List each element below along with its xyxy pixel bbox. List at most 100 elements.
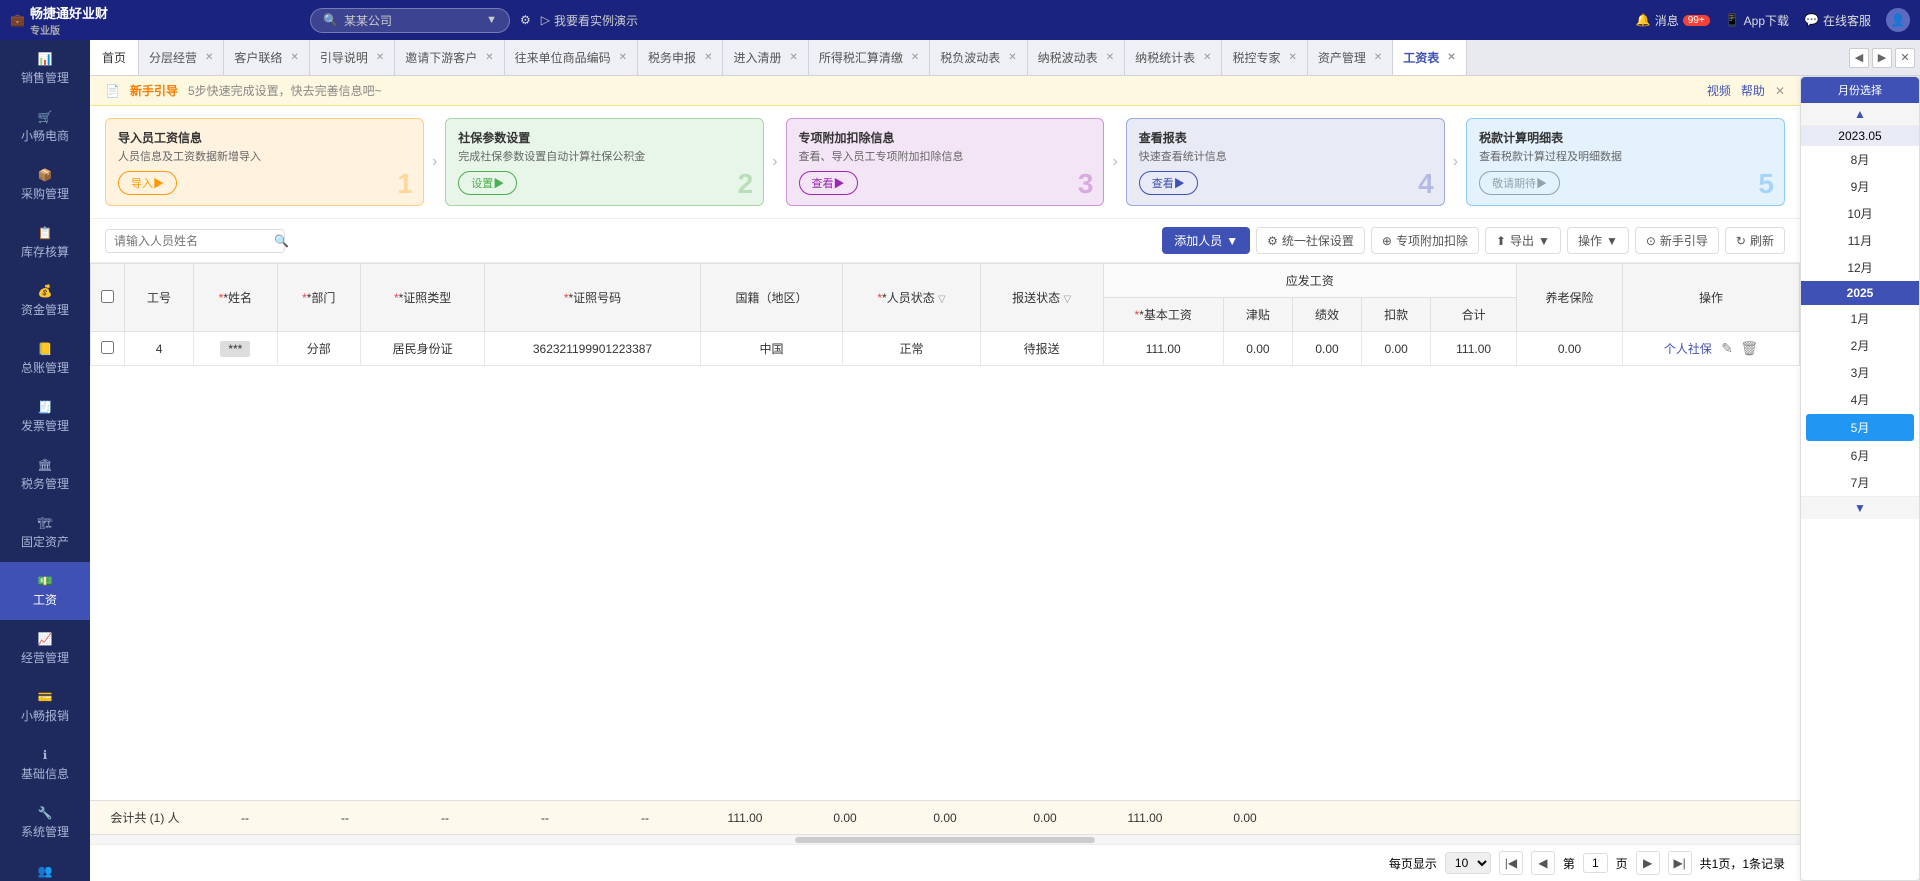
status-filter-icon[interactable]: ▽ — [938, 294, 946, 305]
first-page-btn[interactable]: |◀ — [1499, 851, 1523, 875]
tab-close-icon[interactable]: ✕ — [911, 52, 919, 63]
sidebar-item-collab[interactable]: 👥 企业协同 — [0, 852, 90, 881]
sidebar-item-invoice[interactable]: 🧾 发票管理 — [0, 388, 90, 446]
tab-tax-expert[interactable]: 税控专家 ✕ — [1222, 40, 1307, 75]
tab-asset[interactable]: 资产管理 ✕ — [1308, 40, 1393, 75]
last-page-btn[interactable]: ▶| — [1668, 851, 1692, 875]
tab-payroll[interactable]: 工资表 ✕ — [1393, 40, 1466, 75]
operation-btn[interactable]: 操作 ▼ — [1567, 227, 1629, 254]
up-nav-btn[interactable]: ▲ — [1854, 107, 1866, 121]
settings-btn[interactable]: ⚙ — [520, 13, 531, 27]
guide-btn[interactable]: ⊙ 新手引导 — [1635, 227, 1719, 254]
unified-settings-btn[interactable]: ⚙ 统一社保设置 — [1256, 227, 1365, 254]
sidebar-item-expense[interactable]: 💳 小畅报销 — [0, 678, 90, 736]
tab-close-icon[interactable]: ✕ — [1289, 52, 1297, 63]
sidebar-item-asset[interactable]: 🏗 固定资产 — [0, 504, 90, 562]
next-page-btn[interactable]: ▶ — [1636, 851, 1660, 875]
tab-next-btn[interactable]: ▶ — [1872, 48, 1892, 68]
tab-tax-declare[interactable]: 税务申报 ✕ — [638, 40, 723, 75]
refresh-btn[interactable]: ↻ 刷新 — [1725, 227, 1785, 254]
report-filter-icon[interactable]: ▽ — [1063, 294, 1071, 305]
tab-close-icon[interactable]: ✕ — [205, 52, 213, 63]
sidebar-item-management[interactable]: 📈 经营管理 — [0, 620, 90, 678]
step5-btn[interactable]: 敬请期待▶ — [1479, 171, 1560, 195]
sidebar-item-payroll[interactable]: 💵 工资 — [0, 562, 90, 620]
tab-invite[interactable]: 邀请下游客户 ✕ — [395, 40, 504, 75]
select-all-checkbox[interactable] — [101, 290, 114, 303]
step1-btn[interactable]: 导入▶ — [118, 171, 177, 195]
message-btn[interactable]: 🔔 消息 99+ — [1636, 12, 1710, 29]
month-11[interactable]: 11月 — [1801, 227, 1919, 254]
tab-guide-desc[interactable]: 引导说明 ✕ — [310, 40, 395, 75]
tab-home[interactable]: 首页 — [90, 40, 139, 75]
action-edit-btn[interactable]: ✎ — [1721, 340, 1733, 356]
sidebar-item-ecommerce[interactable]: 🛒 小畅电商 — [0, 98, 90, 156]
month-7[interactable]: 7月 — [1801, 469, 1919, 496]
add-person-btn[interactable]: 添加人员 ▼ — [1162, 227, 1250, 254]
tab-tax-stats[interactable]: 纳税统计表 ✕ — [1125, 40, 1222, 75]
tab-customer[interactable]: 客户联络 ✕ — [224, 40, 309, 75]
month-6[interactable]: 6月 — [1801, 442, 1919, 469]
prev-page-btn[interactable]: ◀ — [1531, 851, 1555, 875]
month-8[interactable]: 8月 — [1801, 146, 1919, 173]
demo-link[interactable]: ▷ 我要看实例演示 — [541, 12, 638, 29]
search-icon[interactable]: 🔍 — [274, 234, 289, 248]
export-btn[interactable]: ⬆ 导出 ▼ — [1485, 227, 1561, 254]
close-guide-btn[interactable]: ✕ — [1775, 84, 1785, 98]
tab-close-icon[interactable]: ✕ — [789, 52, 797, 63]
month-3[interactable]: 3月 — [1801, 359, 1919, 386]
sidebar-item-sales[interactable]: 📊 销售管理 — [0, 40, 90, 98]
special-deduction-btn[interactable]: ⊕ 专项附加扣除 — [1371, 227, 1479, 254]
tab-close-icon[interactable]: ✕ — [376, 52, 384, 63]
scroll-thumb[interactable] — [795, 837, 1095, 843]
tab-product-code[interactable]: 往来单位商品编码 ✕ — [505, 40, 638, 75]
sidebar-item-tax[interactable]: 🏛 税务管理 — [0, 446, 90, 504]
tab-close-icon[interactable]: ✕ — [619, 52, 627, 63]
tab-close-icon[interactable]: ✕ — [1008, 52, 1016, 63]
step3-btn[interactable]: 查看▶ — [799, 171, 858, 195]
tab-register[interactable]: 进入清册 ✕ — [723, 40, 808, 75]
action-delete-btn[interactable]: 🗑 — [1740, 340, 1758, 356]
sidebar-item-basic-info[interactable]: ℹ 基础信息 — [0, 736, 90, 794]
month-12[interactable]: 12月 — [1801, 254, 1919, 281]
month-9[interactable]: 9月 — [1801, 173, 1919, 200]
tab-close-icon[interactable]: ✕ — [290, 52, 298, 63]
tab-close-all-btn[interactable]: ✕ — [1895, 48, 1915, 68]
tab-close-icon[interactable]: ✕ — [1374, 52, 1382, 63]
sidebar-item-purchase[interactable]: 📦 采购管理 — [0, 156, 90, 214]
horizontal-scrollbar[interactable] — [90, 834, 1800, 844]
tab-income-tax[interactable]: 所得税汇算清缴 ✕ — [809, 40, 930, 75]
tab-close-icon[interactable]: ✕ — [1106, 52, 1114, 63]
online-service-btn[interactable]: 💬 在线客服 — [1804, 12, 1871, 29]
app-download-btn[interactable]: 📱 App下载 — [1725, 12, 1789, 29]
month-2[interactable]: 2月 — [1801, 332, 1919, 359]
step4-btn[interactable]: 查看▶ — [1139, 171, 1198, 195]
down-nav-btn[interactable]: ▼ — [1854, 501, 1866, 515]
tab-hierarchical[interactable]: 分层经营 ✕ — [139, 40, 224, 75]
tab-prev-btn[interactable]: ◀ — [1849, 48, 1869, 68]
tab-tax-wave2[interactable]: 纳税波动表 ✕ — [1028, 40, 1125, 75]
user-avatar[interactable]: 👤 — [1886, 8, 1910, 32]
topbar-search[interactable]: 🔍 某某公司 ▼ — [310, 8, 510, 33]
action-social-ins[interactable]: 个人社保 — [1664, 342, 1712, 356]
search-input[interactable] — [114, 234, 269, 248]
tab-close-icon[interactable]: ✕ — [485, 52, 493, 63]
video-link[interactable]: 视频 — [1707, 82, 1731, 99]
tab-close-icon[interactable]: ✕ — [704, 52, 712, 63]
sidebar-item-system[interactable]: 🔧 系统管理 — [0, 794, 90, 852]
row-checkbox[interactable] — [101, 341, 114, 354]
page-content: 📄 新手引导 5步快速完成设置，快去完善信息吧~ 视频 帮助 ✕ 导入员工资信息 — [90, 76, 1920, 881]
page-size-select[interactable]: 10 20 50 — [1445, 852, 1491, 874]
tab-tax-wave[interactable]: 税负波动表 ✕ — [930, 40, 1027, 75]
sidebar-item-inventory[interactable]: 📋 库存核算 — [0, 214, 90, 272]
month-5-active[interactable]: 5月 — [1806, 414, 1914, 441]
help-link[interactable]: 帮助 — [1741, 82, 1765, 99]
sidebar-item-ledger[interactable]: 📒 总账管理 — [0, 330, 90, 388]
month-1[interactable]: 1月 — [1801, 305, 1919, 332]
step2-btn[interactable]: 设置▶ — [458, 171, 517, 195]
sidebar-item-finance[interactable]: 💰 资金管理 — [0, 272, 90, 330]
tab-close-icon[interactable]: ✕ — [1447, 52, 1455, 63]
tab-close-icon[interactable]: ✕ — [1203, 52, 1211, 63]
month-10[interactable]: 10月 — [1801, 200, 1919, 227]
month-4[interactable]: 4月 — [1801, 386, 1919, 413]
